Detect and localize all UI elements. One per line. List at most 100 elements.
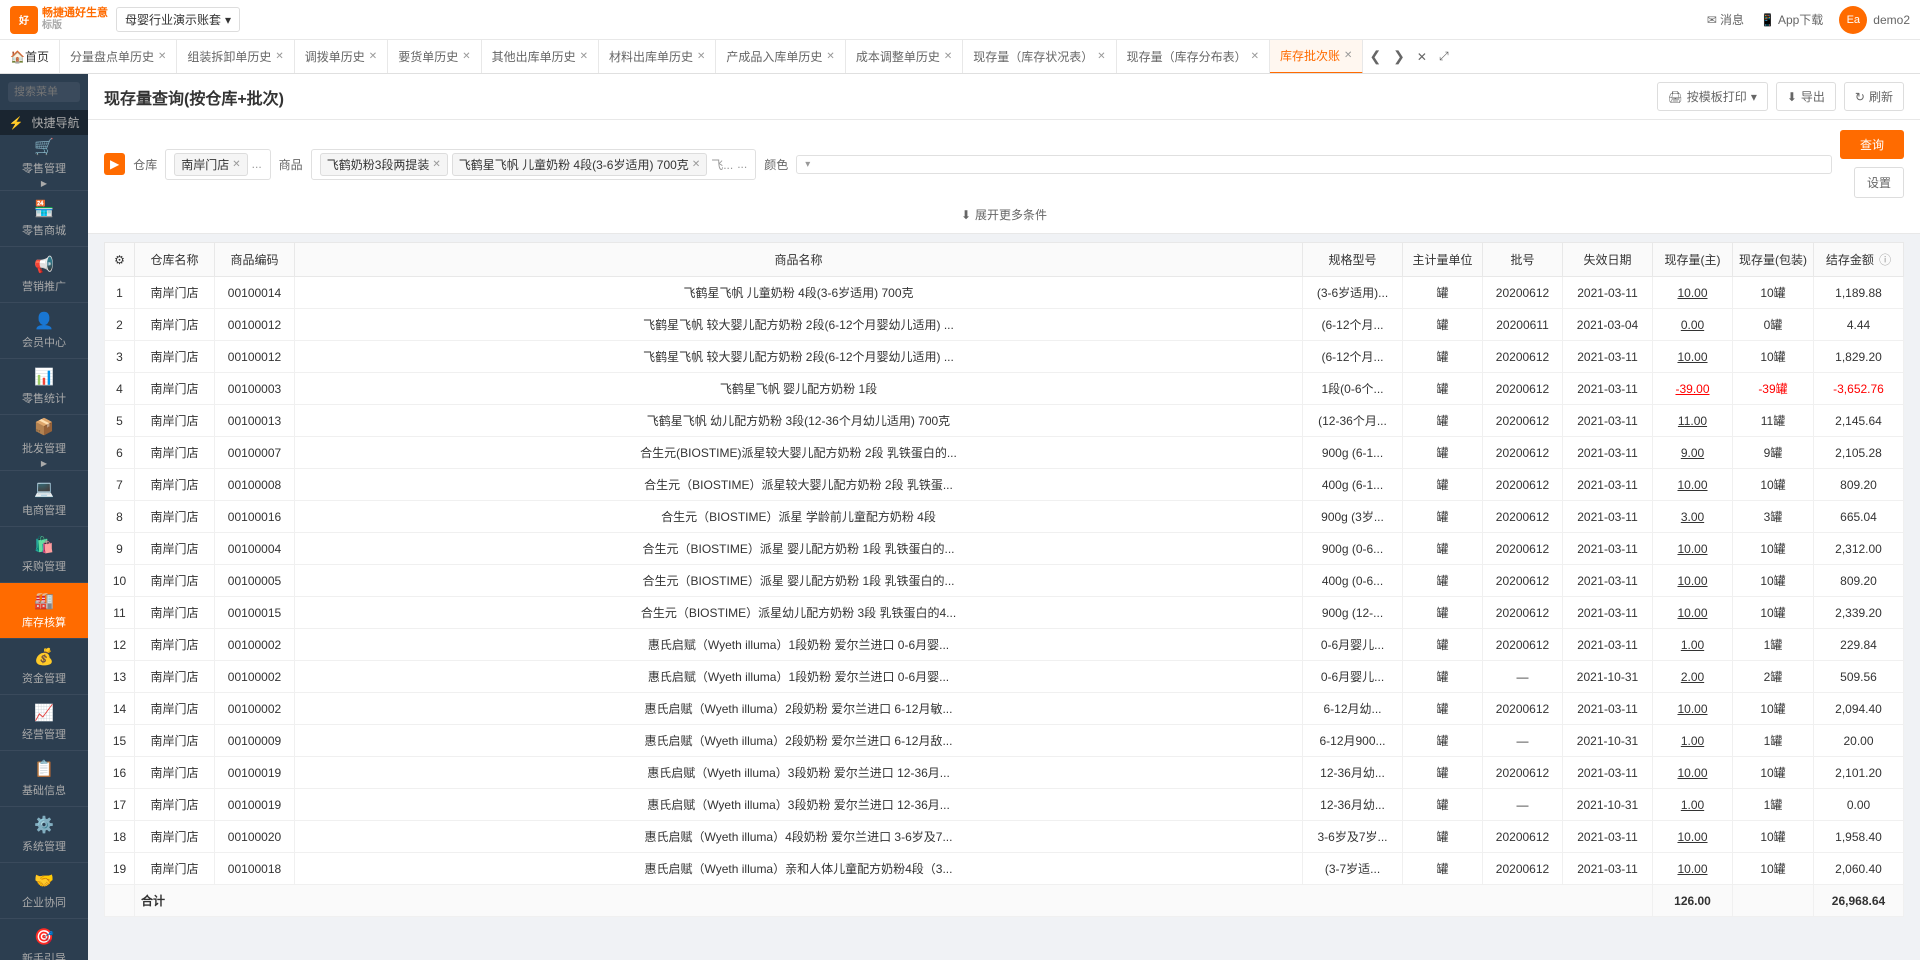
warehouse-tag-close[interactable]: ✕ — [232, 159, 240, 170]
tab-maximize-btn[interactable]: ⤢ — [1433, 49, 1455, 64]
row-stock-main[interactable]: 0.00 — [1653, 309, 1733, 341]
tab-close-icon[interactable]: ✕ — [580, 51, 588, 62]
row-stock-main[interactable]: 10.00 — [1653, 693, 1733, 725]
tab-close-all-btn[interactable]: ✕ — [1411, 50, 1433, 64]
tab-split[interactable]: 分量盘点单历史 ✕ — [60, 40, 177, 74]
sidebar-item-guide[interactable]: 🎯 新手引导 — [0, 919, 88, 960]
product-filter-box[interactable]: 飞鹤奶粉3段两提装 ✕ 飞鹤星飞帆 儿童奶粉 4段(3-6岁适用) 700克 ✕… — [311, 149, 757, 180]
query-btn[interactable]: 查询 — [1840, 130, 1904, 159]
main-layout: ⚡ 快捷导航 🛒 零售管理 ▶ 🏪 零售商城 📢 营销推广 👤 会员中心 📊 零… — [0, 74, 1920, 960]
tab-stock-status[interactable]: 现存量（库存状况表） ✕ — [963, 40, 1116, 74]
sidebar-item-operations[interactable]: 📈 经营管理 — [0, 695, 88, 751]
product-ellipsis: ... — [737, 157, 747, 171]
table-row: 14 南岸门店 00100002 惠氏启赋（Wyeth illuma）2段奶粉 … — [105, 693, 1904, 725]
tab-home[interactable]: 🏠 首页 — [0, 40, 60, 74]
col-header-settings[interactable]: ⚙ — [105, 243, 135, 277]
row-stock-main[interactable]: 10.00 — [1653, 469, 1733, 501]
product-tag-1-close[interactable]: ✕ — [432, 159, 440, 170]
row-stock-main[interactable]: 10.00 — [1653, 821, 1733, 853]
sidebar-item-retail-stats[interactable]: 📊 零售统计 — [0, 359, 88, 415]
sidebar-item-basic[interactable]: 📋 基础信息 — [0, 751, 88, 807]
tab-close-icon[interactable]: ✕ — [944, 51, 952, 62]
row-stock-pack: 10罐 — [1733, 757, 1814, 789]
row-stock-main[interactable]: 11.00 — [1653, 405, 1733, 437]
row-stock-main[interactable]: 10.00 — [1653, 757, 1733, 789]
tab-close-icon[interactable]: ✕ — [158, 51, 166, 62]
user-area[interactable]: Ea demo2 — [1839, 6, 1910, 34]
message-btn[interactable]: ✉ 消息 — [1707, 11, 1744, 28]
row-stock-main[interactable]: 10.00 — [1653, 341, 1733, 373]
sidebar-item-wholesale[interactable]: 📦 批发管理 ▶ — [0, 415, 88, 471]
row-balance: 2,339.20 — [1814, 597, 1904, 629]
operations-icon: 📈 — [34, 703, 54, 723]
quick-nav-btn[interactable]: ⚡ 快捷导航 — [0, 110, 88, 135]
tab-stock-batch[interactable]: 库存批次账 ✕ — [1270, 40, 1363, 74]
row-stock-main[interactable]: 1.00 — [1653, 789, 1733, 821]
row-expire: 2021-03-11 — [1563, 597, 1653, 629]
tab-disassemble[interactable]: 组装拆卸单历史 ✕ — [177, 40, 294, 74]
row-stock-main[interactable]: -39.00 — [1653, 373, 1733, 405]
tab-material-out[interactable]: 材料出库单历史 ✕ — [599, 40, 716, 74]
settings-icon[interactable]: ⚙ — [114, 253, 125, 267]
product-tag-2-close[interactable]: ✕ — [692, 159, 700, 170]
tab-close-icon[interactable]: ✕ — [369, 51, 377, 62]
tab-cost-adjust[interactable]: 成本调整单历史 ✕ — [846, 40, 963, 74]
tab-close-icon[interactable]: ✕ — [697, 51, 705, 62]
refresh-btn[interactable]: ↻ 刷新 — [1844, 82, 1904, 111]
sidebar-item-member[interactable]: 👤 会员中心 — [0, 303, 88, 359]
logo-icon: 好 — [10, 6, 38, 34]
account-selector[interactable]: 母婴行业演示账套 ▾ — [116, 7, 240, 32]
setting-btn[interactable]: 设置 — [1854, 167, 1904, 198]
sidebar-item-system[interactable]: ⚙️ 系统管理 — [0, 807, 88, 863]
sidebar-item-ecommerce[interactable]: 💻 电商管理 — [0, 471, 88, 527]
search-input[interactable] — [8, 82, 80, 102]
color-filter-label: 颜色 — [764, 156, 788, 173]
sidebar-item-purchase[interactable]: 🛍️ 采购管理 — [0, 527, 88, 583]
tab-close-icon[interactable]: ✕ — [1251, 51, 1259, 62]
sidebar-item-retail-mall[interactable]: 🏪 零售商城 — [0, 191, 88, 247]
color-filter-box[interactable]: ▾ — [796, 155, 1832, 174]
expand-more-btn[interactable]: ⬇ 展开更多条件 — [104, 206, 1904, 223]
print-btn[interactable]: 🖨 按模板打印 ▾ — [1657, 82, 1768, 111]
app-download-btn[interactable]: 📱 App下载 — [1760, 11, 1823, 28]
sidebar-item-marketing[interactable]: 📢 营销推广 — [0, 247, 88, 303]
sidebar-item-inventory[interactable]: 🏭 库存核算 — [0, 583, 88, 639]
row-balance: 1,829.20 — [1814, 341, 1904, 373]
row-stock-main[interactable]: 10.00 — [1653, 565, 1733, 597]
tab-product-in[interactable]: 产成品入库单历史 ✕ — [716, 40, 845, 74]
warehouse-filter-box[interactable]: 南岸门店 ✕ ... — [165, 149, 270, 180]
balance-info-icon[interactable]: ⓘ — [1879, 253, 1891, 267]
row-stock-main[interactable]: 10.00 — [1653, 277, 1733, 309]
row-stock-main[interactable]: 9.00 — [1653, 437, 1733, 469]
tab-close-icon[interactable]: ✕ — [826, 51, 834, 62]
row-stock-main[interactable]: 1.00 — [1653, 629, 1733, 661]
expand-arrow-icon[interactable]: ▶ — [104, 153, 125, 175]
tab-next-btn[interactable]: ❯ — [1387, 48, 1411, 65]
tab-prev-btn[interactable]: ❮ — [1363, 48, 1387, 65]
row-stock-main[interactable]: 10.00 — [1653, 853, 1733, 885]
tab-receipt[interactable]: 要货单历史 ✕ — [388, 40, 481, 74]
row-unit: 罐 — [1403, 693, 1483, 725]
row-warehouse: 南岸门店 — [135, 533, 215, 565]
row-stock-main[interactable]: 2.00 — [1653, 661, 1733, 693]
summary-label: 合计 — [135, 885, 1653, 917]
tab-close-icon[interactable]: ✕ — [462, 51, 470, 62]
row-unit: 罐 — [1403, 277, 1483, 309]
sidebar-item-retail[interactable]: 🛒 零售管理 ▶ — [0, 135, 88, 191]
row-spec: 1段(0-6个... — [1303, 373, 1403, 405]
row-stock-main[interactable]: 3.00 — [1653, 501, 1733, 533]
tab-close-icon[interactable]: ✕ — [1344, 50, 1352, 61]
filter-expand-btn[interactable]: ▶ — [104, 153, 125, 175]
tab-close-icon[interactable]: ✕ — [1097, 51, 1105, 62]
tab-other-out[interactable]: 其他出库单历史 ✕ — [482, 40, 599, 74]
tab-stock-dist[interactable]: 现存量（库存分布表） ✕ — [1117, 40, 1270, 74]
row-stock-main[interactable]: 10.00 — [1653, 533, 1733, 565]
row-stock-main[interactable]: 1.00 — [1653, 725, 1733, 757]
tab-close-icon[interactable]: ✕ — [275, 51, 283, 62]
export-btn[interactable]: ⬇ 导出 — [1776, 82, 1836, 111]
tab-mix[interactable]: 调拨单历史 ✕ — [295, 40, 388, 74]
row-code: 00100002 — [215, 629, 295, 661]
row-stock-main[interactable]: 10.00 — [1653, 597, 1733, 629]
sidebar-item-enterprise[interactable]: 🤝 企业协同 — [0, 863, 88, 919]
sidebar-item-finance[interactable]: 💰 资金管理 — [0, 639, 88, 695]
